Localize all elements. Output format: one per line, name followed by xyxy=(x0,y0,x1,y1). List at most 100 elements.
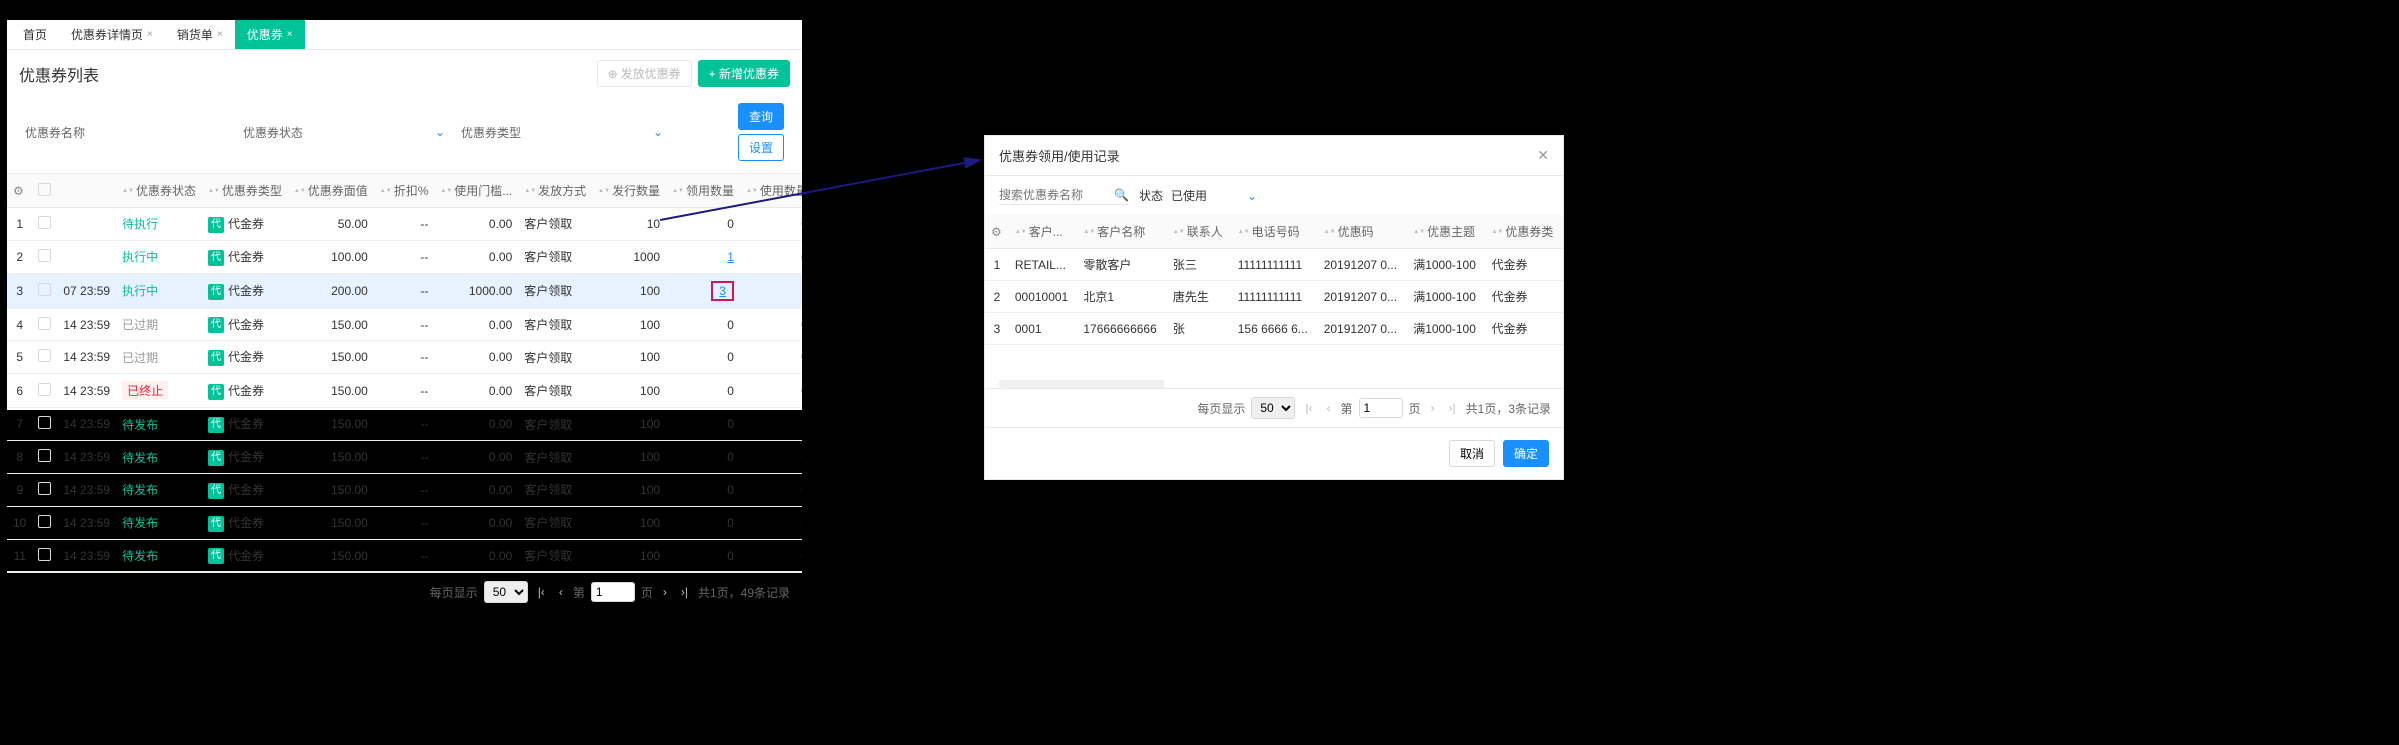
query-button[interactable]: 查询 xyxy=(738,103,784,130)
per-page-select[interactable]: 50 xyxy=(484,581,528,603)
per-page-label: 每页显示 xyxy=(430,584,478,601)
last-page-button[interactable]: ›| xyxy=(677,585,692,599)
col-status[interactable]: ▲▼优惠券状态 xyxy=(116,174,202,208)
prev-page-button[interactable]: ‹ xyxy=(1322,401,1334,415)
table-row[interactable]: 514 23:59已过期代代金券150.00--0.00客户领取10000↗▦ xyxy=(7,341,802,374)
close-icon[interactable]: × xyxy=(147,29,153,40)
first-page-button[interactable]: |‹ xyxy=(534,585,549,599)
table-row[interactable]: 714 23:59待发布代代金券150.00--0.00客户领取10000↗▦ xyxy=(7,408,802,441)
row-check[interactable] xyxy=(32,240,57,273)
col-contact[interactable]: ▲▼联系人 xyxy=(1167,215,1232,249)
row-claimed[interactable]: 3 xyxy=(666,273,740,308)
tab-label: 优惠券 xyxy=(247,26,283,43)
col-discount[interactable]: ▲▼折扣% xyxy=(374,174,435,208)
col-gear[interactable]: ⚙ xyxy=(985,215,1009,249)
row-check[interactable] xyxy=(32,441,57,474)
col-face[interactable]: ▲▼优惠券面值 xyxy=(288,174,374,208)
next-page-button[interactable]: › xyxy=(659,585,671,599)
first-page-button[interactable]: |‹ xyxy=(1301,401,1316,415)
row-check[interactable] xyxy=(32,273,57,308)
tab-coupon-detail[interactable]: 优惠券详情页× xyxy=(59,20,165,49)
coupon-status-select[interactable]: ⌄ xyxy=(309,122,449,142)
col-method[interactable]: ▲▼发放方式 xyxy=(518,174,592,208)
row-check[interactable] xyxy=(32,539,57,572)
col-label: 客户名称 xyxy=(1097,225,1145,239)
table-row[interactable]: 1114 23:59待发布代代金券150.00--0.00客户领取10000↗▦ xyxy=(7,539,802,572)
checkbox[interactable] xyxy=(38,183,51,196)
col-gear[interactable]: ⚙ xyxy=(7,174,32,208)
row-check[interactable] xyxy=(32,308,57,341)
table-row[interactable]: 307 23:59执行中代代金券200.00--1000.00客户领取10031… xyxy=(7,273,802,308)
row-time: 14 23:59 xyxy=(57,374,116,408)
row-time: 14 23:59 xyxy=(57,308,116,341)
row-claimed[interactable]: 0 xyxy=(666,408,740,441)
col-subject[interactable]: ▲▼优惠主题 xyxy=(1407,215,1485,249)
row-issue: 100 xyxy=(592,408,666,441)
table-row[interactable]: 1RETAIL...零散客户张三1111111111120191207 0...… xyxy=(985,249,1563,281)
table-row[interactable]: 2执行中代代金券100.00--0.00客户领取100010↗▦ xyxy=(7,240,802,273)
add-coupon-button[interactable]: + 新增优惠券 xyxy=(698,60,790,87)
confirm-button[interactable]: 确定 xyxy=(1503,440,1549,467)
col-check[interactable] xyxy=(32,174,57,208)
row-check[interactable] xyxy=(32,341,57,374)
distribute-coupon-button[interactable]: ⊕发放优惠券 xyxy=(597,60,692,87)
horizontal-scrollbar[interactable] xyxy=(999,380,1549,388)
last-page-button[interactable]: ›| xyxy=(1445,401,1460,415)
table-row[interactable]: 1待执行代代金券50.00--0.00客户领取1000↗▦ xyxy=(7,208,802,241)
row-check[interactable] xyxy=(32,506,57,539)
row-claimed[interactable]: 0 xyxy=(666,506,740,539)
col-code[interactable]: ▲▼优惠码 xyxy=(1318,215,1407,249)
table-row[interactable]: 200010001北京1唐先生1111111111120191207 0...满… xyxy=(985,281,1563,313)
row-check[interactable] xyxy=(32,208,57,241)
close-icon[interactable]: ✕ xyxy=(1537,147,1549,164)
row-threshold: 0.00 xyxy=(434,374,518,408)
search-input[interactable] xyxy=(999,188,1099,202)
row-claimed[interactable]: 0 xyxy=(666,539,740,572)
col-phone[interactable]: ▲▼电话号码 xyxy=(1232,215,1318,249)
row-claimed[interactable]: 0 xyxy=(666,341,740,374)
status-select[interactable]: 已使用⌄ xyxy=(1171,187,1257,204)
settings-button[interactable]: 设置 xyxy=(738,134,784,161)
tab-coupon[interactable]: 优惠券 × xyxy=(235,20,305,49)
coupon-type-select[interactable]: ⌄ xyxy=(527,122,667,142)
col-threshold[interactable]: ▲▼使用门槛... xyxy=(434,174,518,208)
row-threshold: 0.00 xyxy=(434,308,518,341)
col-used[interactable]: ▲▼使用数量 xyxy=(740,174,802,208)
col-cat[interactable]: ▲▼优惠券类 xyxy=(1485,215,1563,249)
row-claimed[interactable]: 0 xyxy=(666,374,740,408)
coupon-name-input[interactable] xyxy=(91,121,231,143)
col-cust-no[interactable]: ▲▼客户... xyxy=(1009,215,1078,249)
row-check[interactable] xyxy=(32,408,57,441)
cancel-button[interactable]: 取消 xyxy=(1449,440,1495,467)
close-icon[interactable]: × xyxy=(217,29,223,40)
row-status: 待发布 xyxy=(116,506,202,539)
table-row[interactable]: 1014 23:59待发布代代金券150.00--0.00客户领取10000↗▦ xyxy=(7,506,802,539)
tab-sales-order[interactable]: 销货单× xyxy=(165,20,235,49)
page-input[interactable] xyxy=(591,582,635,602)
table-row[interactable]: 614 23:59已终止代代金券150.00--0.00客户领取10000↗▦ xyxy=(7,374,802,408)
row-claimed[interactable]: 0 xyxy=(666,441,740,474)
col-cust-name[interactable]: ▲▼客户名称 xyxy=(1077,215,1167,249)
table-row[interactable]: 814 23:59待发布代代金券150.00--0.00客户领取10000↗▦ xyxy=(7,441,802,474)
prev-page-button[interactable]: ‹ xyxy=(555,585,567,599)
row-claimed[interactable]: 1 xyxy=(666,240,740,273)
row-check[interactable] xyxy=(32,374,57,408)
row-subject: 满1000-100 xyxy=(1407,249,1485,281)
row-claimed[interactable]: 0 xyxy=(666,473,740,506)
search-icon[interactable]: 🔍 xyxy=(1114,188,1129,202)
col-claimed[interactable]: ▲▼领用数量 xyxy=(666,174,740,208)
tab-home[interactable]: 首页 xyxy=(11,20,59,49)
col-issue[interactable]: ▲▼发行数量 xyxy=(592,174,666,208)
per-page-select[interactable]: 50 xyxy=(1251,397,1295,419)
modal-header: 优惠券领用/使用记录 ✕ xyxy=(985,136,1563,176)
table-row[interactable]: 3000117666666666张156 6666 6...20191207 0… xyxy=(985,313,1563,345)
page-input[interactable] xyxy=(1359,398,1403,418)
col-type[interactable]: ▲▼优惠券类型 xyxy=(202,174,288,208)
row-claimed[interactable]: 0 xyxy=(666,208,740,241)
table-row[interactable]: 414 23:59已过期代代金券150.00--0.00客户领取10000↗▦ xyxy=(7,308,802,341)
next-page-button[interactable]: › xyxy=(1427,401,1439,415)
table-row[interactable]: 914 23:59待发布代代金券150.00--0.00客户领取10000↗▦ xyxy=(7,473,802,506)
row-claimed[interactable]: 0 xyxy=(666,308,740,341)
close-icon[interactable]: × xyxy=(287,29,293,40)
row-check[interactable] xyxy=(32,473,57,506)
